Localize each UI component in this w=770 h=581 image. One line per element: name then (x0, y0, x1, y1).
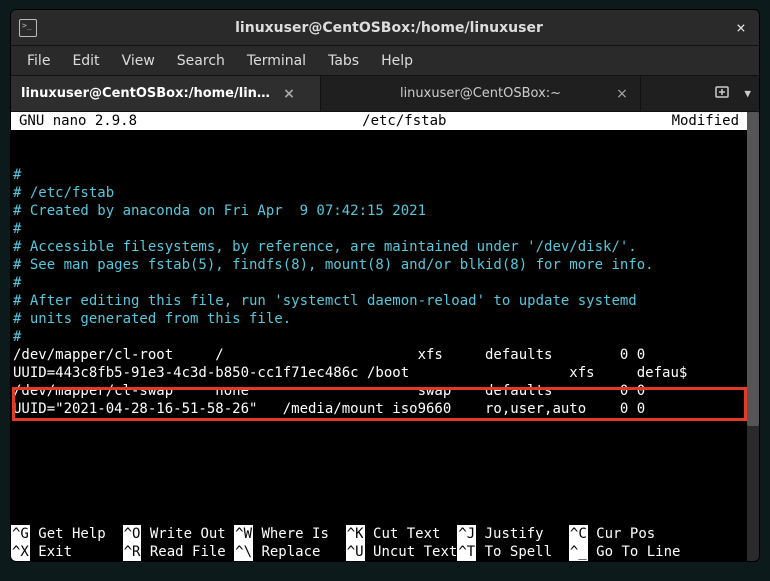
shortcut-key: ^T (457, 543, 476, 561)
terminal-window: linuxuser@CentOSBox:/home/linuxuser × Fi… (10, 9, 760, 562)
terminal-content[interactable]: GNU nano 2.9.8 /etc/fstab Modified # # /… (11, 112, 759, 561)
nano-version: GNU nano 2.9.8 (19, 112, 137, 130)
shortcut-key: ^\ (234, 543, 253, 561)
file-line: # Created by anaconda on Fri Apr 9 07:42… (11, 202, 759, 220)
shortcut-key: ^C (569, 525, 588, 543)
menu-file[interactable]: File (17, 49, 60, 73)
shortcut-desc: Justify (476, 525, 569, 543)
tabbar: linuxuser@CentOSBox:/home/linuxus... × l… (11, 76, 759, 112)
shortcut-desc: Cut Text (365, 525, 458, 543)
shortcut-desc: Go To Line (588, 543, 681, 561)
file-line: UUID=443c8fb5-91e3-4c3d-b850-cc1f71ec486… (11, 364, 759, 382)
file-line: # After editing this file, run 'systemct… (11, 292, 759, 310)
tab-controls: ▼ (706, 76, 759, 111)
file-line: /dev/mapper/cl-swap none swap defaults 0… (11, 382, 759, 400)
shortcut-desc: To Spell (476, 543, 569, 561)
nano-filename: /etc/fstab (362, 112, 446, 130)
shortcut-key: ^K (346, 525, 365, 543)
shortcut-desc: Uncut Text (365, 543, 458, 561)
menu-help[interactable]: Help (371, 49, 423, 73)
menubar: File Edit View Search Terminal Tabs Help (11, 46, 759, 76)
terminal-icon (19, 19, 37, 37)
tab-menu-dropdown-icon[interactable]: ▼ (744, 87, 751, 100)
shortcut-desc: Read File (141, 543, 234, 561)
nano-status: Modified (672, 112, 739, 130)
new-tab-icon[interactable] (714, 84, 730, 104)
titlebar: linuxuser@CentOSBox:/home/linuxuser × (11, 10, 759, 46)
menu-search[interactable]: Search (167, 49, 235, 73)
menu-edit[interactable]: Edit (62, 49, 109, 73)
file-line (11, 130, 759, 148)
shortcut-key: ^R (123, 543, 142, 561)
file-line: # (11, 328, 759, 346)
file-line: # (11, 166, 759, 184)
shortcut-key: ^G (11, 525, 30, 543)
window-title: linuxuser@CentOSBox:/home/linuxuser (47, 20, 731, 36)
menu-tabs[interactable]: Tabs (318, 49, 369, 73)
scrollbar[interactable] (747, 112, 759, 561)
shortcut-desc: Exit (30, 543, 123, 561)
shortcut-key: ^U (346, 543, 365, 561)
shortcut-key: ^W (234, 525, 253, 543)
file-line: # (11, 274, 759, 292)
file-line (11, 148, 759, 166)
shortcut-key: ^O (123, 525, 142, 543)
file-line: # (11, 220, 759, 238)
tab-0-label: linuxuser@CentOSBox:/home/linuxus... (21, 86, 271, 101)
close-button[interactable]: × (731, 18, 751, 37)
shortcut-key: ^_ (569, 543, 588, 561)
nano-header: GNU nano 2.9.8 /etc/fstab Modified (11, 112, 747, 130)
file-line: # See man pages fstab(5), findfs(8), mou… (11, 256, 759, 274)
scrollbar-thumb[interactable] (747, 112, 759, 426)
shortcut-desc: Replace (253, 543, 346, 561)
tab-1-close-icon[interactable]: × (614, 86, 630, 102)
shortcut-desc: Write Out (141, 525, 234, 543)
menu-view[interactable]: View (112, 49, 165, 73)
file-line: # Accessible filesystems, by reference, … (11, 238, 759, 256)
file-line: # units generated from this file. (11, 310, 759, 328)
shortcut-desc: Cur Pos (588, 525, 681, 543)
menu-terminal[interactable]: Terminal (237, 49, 316, 73)
tab-1-label: linuxuser@CentOSBox:~ (400, 86, 561, 101)
shortcut-desc: Where Is (253, 525, 346, 543)
nano-footer: ^G Get Help ^O Write Out ^W Where Is ^K … (11, 525, 747, 561)
tab-0[interactable]: linuxuser@CentOSBox:/home/linuxus... × (11, 76, 321, 111)
shortcut-key: ^X (11, 543, 30, 561)
shortcut-desc: Get Help (30, 525, 123, 543)
tab-0-close-icon[interactable]: × (281, 86, 297, 102)
file-line: /dev/mapper/cl-root / xfs defaults 0 0 (11, 346, 759, 364)
tab-1[interactable]: linuxuser@CentOSBox:~ × (321, 76, 641, 111)
shortcut-key: ^J (457, 525, 476, 543)
file-line-highlighted: UUID="2021-04-28-16-51-58-26" /media/mou… (11, 400, 759, 418)
file-line: # /etc/fstab (11, 184, 759, 202)
